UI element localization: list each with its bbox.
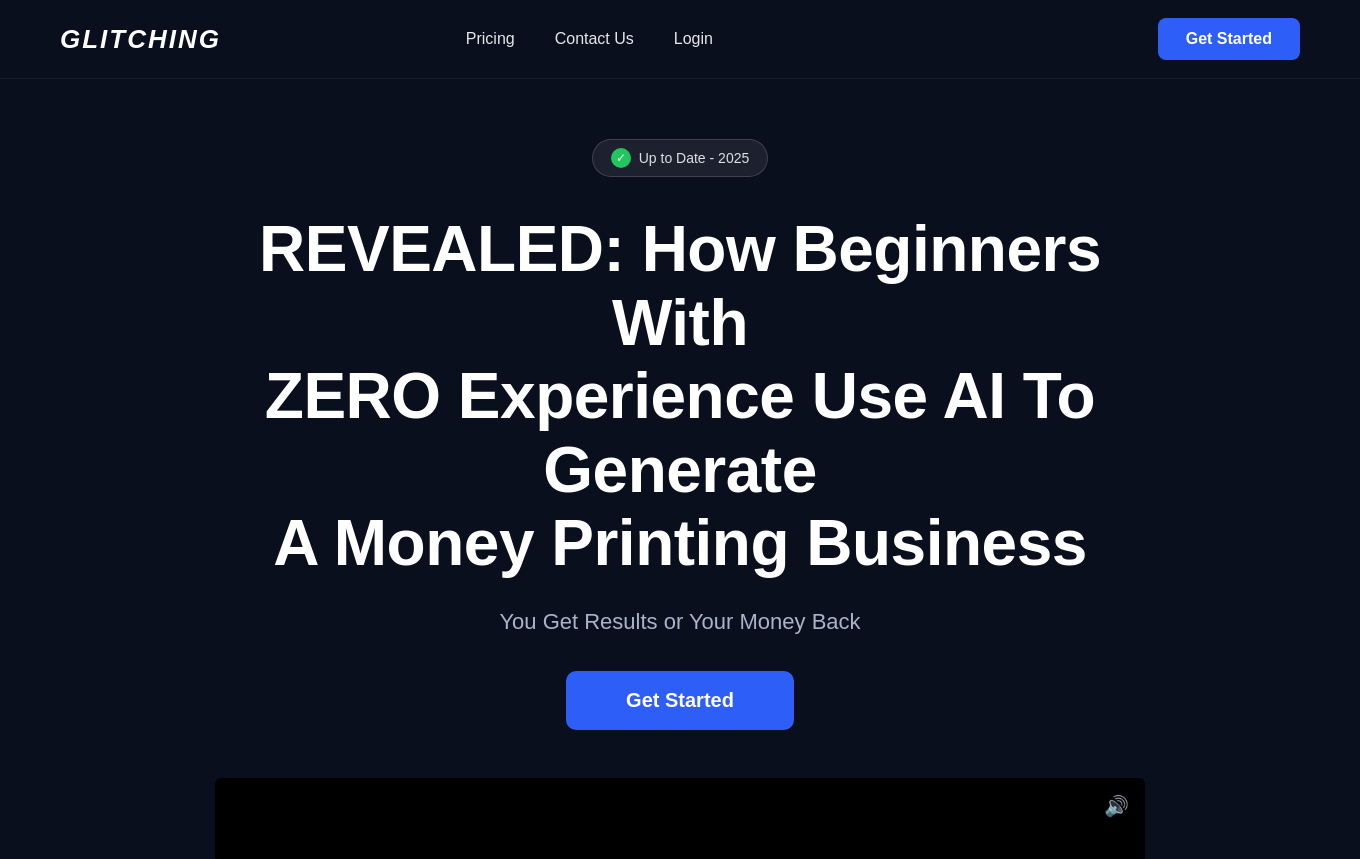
hero-subtitle: You Get Results or Your Money Back [499,609,860,635]
badge-uptodate: ✓ Up to Date - 2025 [592,139,769,177]
hero-get-started-button[interactable]: Get Started [566,671,794,730]
check-icon: ✓ [611,148,631,168]
volume-icon: 🔊 [1104,794,1129,818]
logo-main-text: GLITCHING [60,24,221,54]
nav-get-started-button[interactable]: Get Started [1158,18,1300,60]
nav-item-contact[interactable]: Contact Us [555,30,634,48]
hero-title: REVEALED: How Beginners With ZERO Experi… [230,213,1130,581]
navbar: GLITCHING GLITCHING GLITCHING Pricing Co… [0,0,1360,79]
hero-title-line2: ZERO Experience Use AI To Generate [265,360,1095,506]
nav-link-contact[interactable]: Contact Us [555,30,634,47]
brand-logo[interactable]: GLITCHING GLITCHING GLITCHING [60,24,221,55]
hero-section: ✓ Up to Date - 2025 REVEALED: How Beginn… [0,79,1360,859]
video-player[interactable]: 🔊 [215,778,1145,859]
nav-item-login[interactable]: Login [674,30,713,48]
nav-item-pricing[interactable]: Pricing [466,30,515,48]
nav-link-login[interactable]: Login [674,30,713,47]
nav-link-pricing[interactable]: Pricing [466,30,515,47]
nav-links: Pricing Contact Us Login [466,30,713,48]
hero-title-line1: REVEALED: How Beginners With [259,213,1101,359]
hero-title-line3: A Money Printing Business [273,507,1087,579]
badge-text: Up to Date - 2025 [639,150,750,166]
